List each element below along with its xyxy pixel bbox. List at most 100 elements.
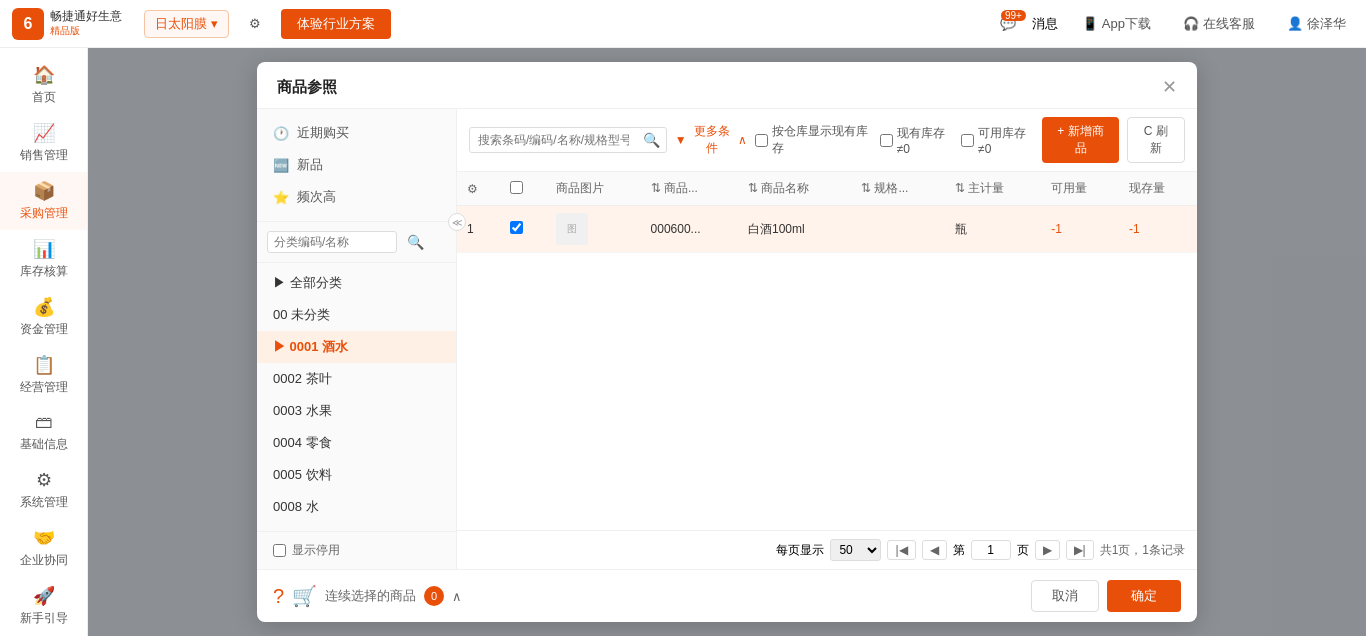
category-item-all[interactable]: ▶ 全部分类 — [257, 267, 456, 299]
gear-button[interactable]: ⚙ — [241, 12, 269, 35]
store-selector[interactable]: 日太阳膜 ▾ — [144, 10, 229, 38]
usable-nonzero-filter[interactable]: 可用库存≠0 — [961, 125, 1034, 156]
first-page-button[interactable]: |◀ — [887, 540, 915, 560]
sidebar-label: 企业协同 — [20, 552, 68, 569]
checkbox-cell[interactable] — [500, 206, 546, 253]
confirm-button[interactable]: 确定 — [1107, 580, 1181, 612]
sidebar-item-资金管理[interactable]: 💰资金管理 — [0, 288, 87, 346]
col-spec: ⇅ 规格... — [851, 172, 945, 206]
layout: 🏠首页📈销售管理📦采购管理📊库存核算💰资金管理📋经营管理🗃基础信息⚙系统管理🤝企… — [0, 48, 1366, 636]
quick-nav-频次高[interactable]: ⭐频次高 — [257, 181, 456, 213]
avatar: 👤 — [1287, 16, 1303, 31]
next-page-button[interactable]: ▶ — [1035, 540, 1060, 560]
sidebar-icon: 🗃 — [35, 412, 53, 433]
spec-cell — [851, 206, 945, 253]
warehouse-checkbox[interactable] — [755, 134, 768, 147]
col-stock: 现存量 — [1119, 172, 1197, 206]
page-number-input[interactable] — [971, 540, 1011, 560]
page-label: 第 — [953, 542, 965, 559]
collapse-button[interactable]: ≪ — [448, 213, 466, 231]
filter-icon: ▼ — [675, 133, 687, 147]
stock-nonzero-label: 现有库存≠0 — [897, 125, 953, 156]
message-badge: 99+ — [1001, 10, 1026, 21]
select-all-checkbox[interactable] — [510, 181, 523, 194]
modal-overlay: 商品参照 ✕ 🕐近期购买🆕新品⭐频次高 ≪ 🔍 — [88, 48, 1366, 636]
nav-right: 💬 99+ 消息 📱 App下载 🎧 在线客服 👤 徐泽华 — [1000, 11, 1354, 37]
add-product-button[interactable]: + 新增商品 — [1042, 117, 1118, 163]
sidebar-icon: 💰 — [33, 296, 55, 318]
sidebar-item-新手引导[interactable]: 🚀新手引导 — [0, 577, 87, 635]
refresh-button[interactable]: C 刷新 — [1127, 117, 1185, 163]
category-search-input[interactable] — [267, 231, 397, 253]
warehouse-filter[interactable]: 按仓库显示现有库存 — [755, 123, 872, 157]
col-checkbox[interactable] — [500, 172, 546, 206]
product-search-button[interactable]: 🔍 — [637, 128, 666, 152]
sidebar-item-企业协同[interactable]: 🤝企业协同 — [0, 519, 87, 577]
sidebar-icon: 📦 — [33, 180, 55, 202]
category-item-0004[interactable]: 0004 零食 — [257, 427, 456, 459]
sidebar-icon: 📋 — [33, 354, 55, 376]
unit-cell: 瓶 — [945, 206, 1041, 253]
sidebar-label: 采购管理 — [20, 205, 68, 222]
display-disabled-checkbox[interactable] — [273, 544, 286, 557]
chevron-up-icon[interactable]: ∧ — [452, 589, 462, 604]
usable-nonzero-checkbox[interactable] — [961, 134, 974, 147]
footer-right: 取消 确定 — [1031, 580, 1181, 612]
row-checkbox[interactable] — [510, 221, 523, 234]
sidebar-item-销售管理[interactable]: 📈销售管理 — [0, 114, 87, 172]
category-item-0001[interactable]: ▶ 0001 酒水 — [257, 331, 456, 363]
product-search-input[interactable] — [470, 129, 637, 151]
category-item-0010[interactable]: 0010 家电 — [257, 523, 456, 531]
modal-body: 🕐近期购买🆕新品⭐频次高 ≪ 🔍 ▶ 全部分类00 未分类▶ 0001 酒水00… — [257, 109, 1197, 569]
product-table: ⚙ 商品图片 ⇅ 商品... ⇅ 商品名称 ⇅ 规格... ⇅ 主计量 可用量 — [457, 172, 1197, 253]
product-search-box: 🔍 — [469, 127, 667, 153]
table-header-row: ⚙ 商品图片 ⇅ 商品... ⇅ 商品名称 ⇅ 规格... ⇅ 主计量 可用量 — [457, 172, 1197, 206]
logo-icon: 6 — [12, 8, 44, 40]
sidebar-item-经营管理[interactable]: 📋经营管理 — [0, 346, 87, 404]
app-download-btn[interactable]: 📱 App下载 — [1074, 11, 1159, 37]
table-row[interactable]: 1 图 000600... 白酒100ml 瓶 -1 -1 — [457, 206, 1197, 253]
category-item-0002[interactable]: 0002 茶叶 — [257, 363, 456, 395]
usable-nonzero-label: 可用库存≠0 — [978, 125, 1034, 156]
app-label: App下载 — [1102, 15, 1151, 33]
filter-button[interactable]: ▼ 更多条件 ∧ — [675, 123, 747, 157]
stock-nonzero-filter[interactable]: 现有库存≠0 — [880, 125, 953, 156]
category-item-00[interactable]: 00 未分类 — [257, 299, 456, 331]
col-code: ⇅ 商品... — [641, 172, 738, 206]
sidebar-item-基础信息[interactable]: 🗃基础信息 — [0, 404, 87, 461]
category-item-0008[interactable]: 0008 水 — [257, 491, 456, 523]
user-btn[interactable]: 👤 徐泽华 — [1279, 11, 1354, 37]
service-btn[interactable]: 🎧 在线客服 — [1175, 11, 1263, 37]
modal-left-panel: 🕐近期购买🆕新品⭐频次高 ≪ 🔍 ▶ 全部分类00 未分类▶ 0001 酒水00… — [257, 109, 457, 569]
prev-page-button[interactable]: ◀ — [922, 540, 947, 560]
logo-sub: 精品版 — [50, 24, 122, 38]
cart-icon[interactable]: 🛒 — [292, 584, 317, 608]
sidebar-icon: 📈 — [33, 122, 55, 144]
col-settings[interactable]: ⚙ — [457, 172, 500, 206]
category-search-button[interactable]: 🔍 — [401, 230, 430, 254]
message-btn[interactable]: 💬 99+ — [1000, 16, 1016, 31]
footer-left: ? 🛒 连续选择的商品 0 ∧ — [273, 584, 462, 608]
experience-button[interactable]: 体验行业方案 — [281, 9, 391, 39]
sidebar-item-首页[interactable]: 🏠首页 — [0, 56, 87, 114]
category-item-0003[interactable]: 0003 水果 — [257, 395, 456, 427]
sidebar: 🏠首页📈销售管理 📦 采购管理 📊库存核算💰资金管理📋经营管理🗃基础信息⚙系统管理🤝企… — [0, 48, 88, 636]
category-item-0005[interactable]: 0005 饮料 — [257, 459, 456, 491]
stock-nonzero-checkbox[interactable] — [880, 134, 893, 147]
sidebar-item-采购管理[interactable]: 📦 采购管理 — [0, 172, 87, 230]
help-icon[interactable]: ? — [273, 585, 284, 608]
sidebar-item-库存核算[interactable]: 📊库存核算 — [0, 230, 87, 288]
cancel-button[interactable]: 取消 — [1031, 580, 1099, 612]
col-img: 商品图片 — [546, 172, 641, 206]
store-name: 日太阳膜 — [155, 15, 207, 33]
modal-close-button[interactable]: ✕ — [1162, 76, 1177, 98]
sidebar-label: 系统管理 — [20, 494, 68, 511]
quick-nav-新品[interactable]: 🆕新品 — [257, 149, 456, 181]
sidebar-item-系统管理[interactable]: ⚙系统管理 — [0, 461, 87, 519]
last-page-button[interactable]: ▶| — [1066, 540, 1094, 560]
img-cell: 图 — [546, 206, 641, 253]
quick-nav-近期购买[interactable]: 🕐近期购买 — [257, 117, 456, 149]
page-suffix: 页 — [1017, 542, 1029, 559]
total-info: 共1页，1条记录 — [1100, 542, 1185, 559]
per-page-select[interactable]: 50 100 — [830, 539, 881, 561]
